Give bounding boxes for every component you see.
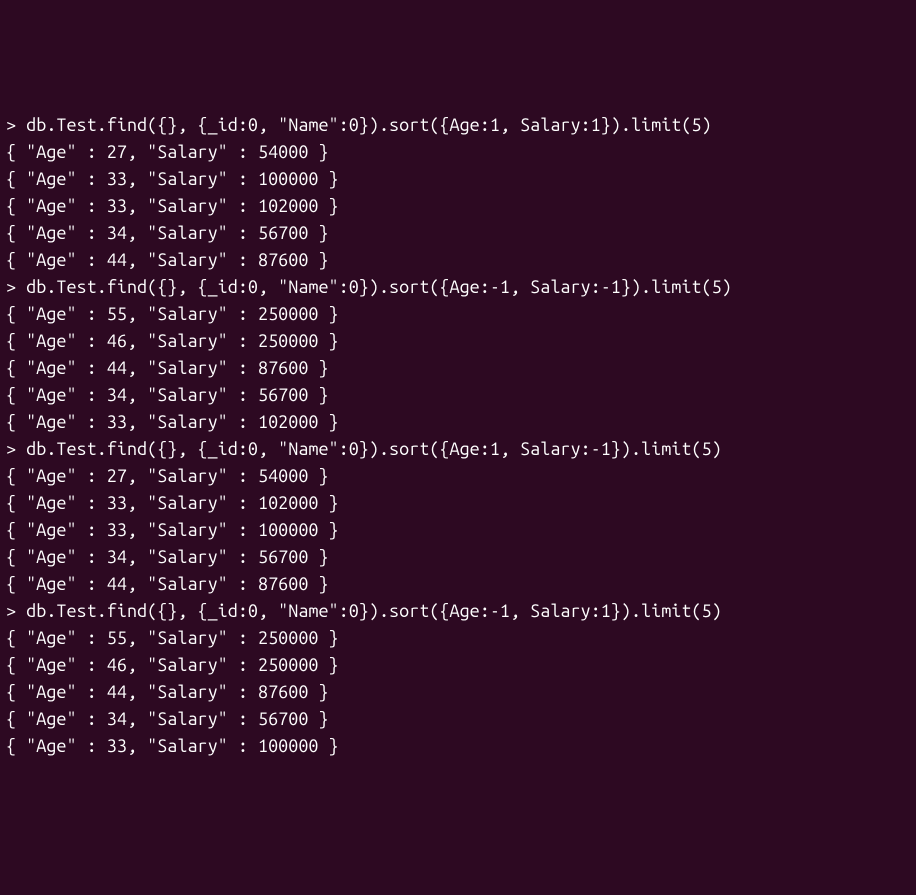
output-line: { "Age" : 34, "Salary" : 56700 } [6,382,910,409]
output-line: { "Age" : 33, "Salary" : 102000 } [6,409,910,436]
output-line: { "Age" : 46, "Salary" : 250000 } [6,328,910,355]
command-line: > db.Test.find({}, {_id:0, "Name":0}).so… [6,436,910,463]
output-line: { "Age" : 33, "Salary" : 100000 } [6,733,910,760]
output-line: { "Age" : 34, "Salary" : 56700 } [6,706,910,733]
output-line: { "Age" : 33, "Salary" : 102000 } [6,490,910,517]
output-line: { "Age" : 44, "Salary" : 87600 } [6,355,910,382]
output-line: { "Age" : 27, "Salary" : 54000 } [6,463,910,490]
output-line: { "Age" : 33, "Salary" : 100000 } [6,517,910,544]
output-line: { "Age" : 34, "Salary" : 56700 } [6,220,910,247]
output-line: { "Age" : 33, "Salary" : 100000 } [6,166,910,193]
output-line: { "Age" : 44, "Salary" : 87600 } [6,247,910,274]
command-line: > db.Test.find({}, {_id:0, "Name":0}).so… [6,112,910,139]
output-line: { "Age" : 46, "Salary" : 250000 } [6,652,910,679]
output-line: { "Age" : 44, "Salary" : 87600 } [6,571,910,598]
command-line: > db.Test.find({}, {_id:0, "Name":0}).so… [6,274,910,301]
terminal-output[interactable]: > db.Test.find({}, {_id:0, "Name":0}).so… [6,112,910,760]
output-line: { "Age" : 55, "Salary" : 250000 } [6,301,910,328]
output-line: { "Age" : 33, "Salary" : 102000 } [6,193,910,220]
output-line: { "Age" : 34, "Salary" : 56700 } [6,544,910,571]
command-line: > db.Test.find({}, {_id:0, "Name":0}).so… [6,598,910,625]
output-line: { "Age" : 27, "Salary" : 54000 } [6,139,910,166]
output-line: { "Age" : 44, "Salary" : 87600 } [6,679,910,706]
